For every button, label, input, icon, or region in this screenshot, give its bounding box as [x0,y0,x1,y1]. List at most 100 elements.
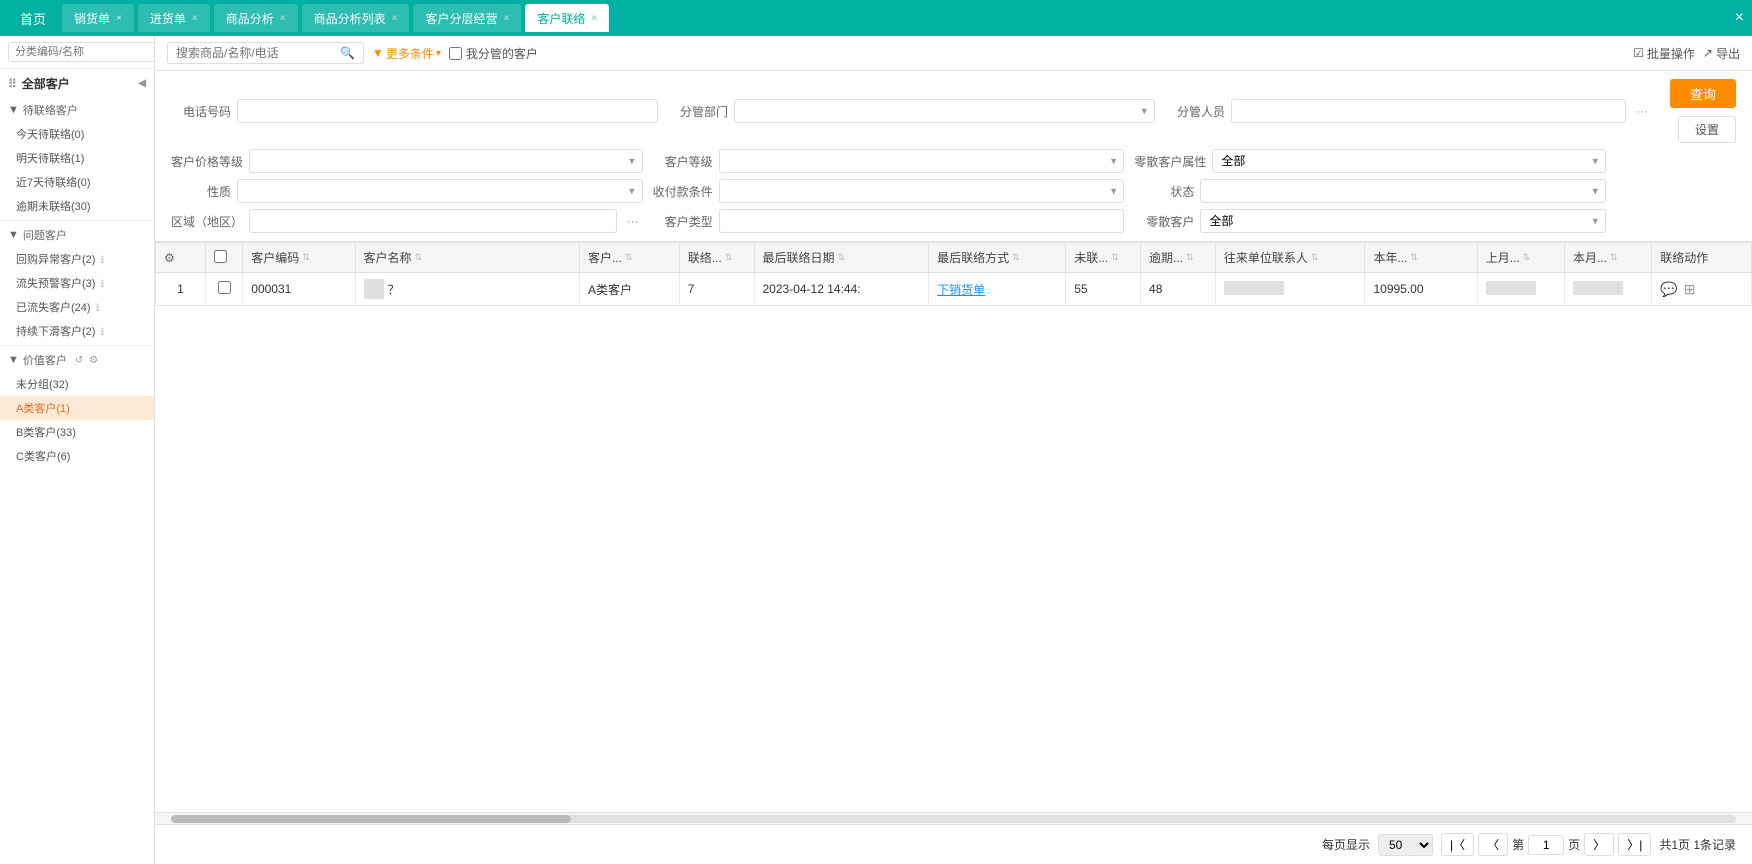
my-customer-check[interactable]: 我分管的客户 [449,45,538,62]
filter-input-region[interactable] [249,209,617,233]
filter-dots-region[interactable]: ··· [623,214,643,228]
sidebar-group-problem-arrow: ▼ [8,229,19,241]
row-action-qr[interactable]: ⊞ [1684,281,1696,298]
last-method-link[interactable]: 下销货单 [937,283,985,297]
nav-tab-purchase-close[interactable]: × [192,13,198,24]
filter-input-phone[interactable] [237,99,658,123]
filter-select-status[interactable] [1200,179,1606,203]
sidebar-collapse-icon[interactable]: ◀ [138,78,146,89]
search-input[interactable] [176,46,336,60]
nav-tab-customer-tier[interactable]: 客户分层经营 × [413,4,521,32]
filter-cell-person: 分管人员 ··· [1165,99,1662,123]
sidebar-item-declining[interactable]: 持续下滑客户(2) ℹ [0,319,154,343]
page-size-select[interactable]: 50 100 200 [1378,834,1433,856]
table-header-row: ⚙ 客户编码 ⇅ 客户名称 [156,243,1752,273]
sidebar-item-churned[interactable]: 已流失客户(24) ℹ [0,295,154,319]
sidebar-group-problem[interactable]: ▼ 问题客户 [0,223,154,247]
th-name-sort[interactable]: ⇅ [415,252,423,263]
td-uncontact: 55 [1066,273,1141,306]
nav-tab-sales[interactable]: 销货单 × [62,4,134,32]
th-code-sort[interactable]: ⇅ [302,252,310,263]
filter-select-retail-attr[interactable]: 全部 [1212,149,1606,173]
sidebar-group-pending[interactable]: ▼ 待联络客户 [0,98,154,122]
filter-select-nature[interactable] [237,179,643,203]
th-level-label: 客户... [588,249,622,266]
th-this-year-label: 本年... [1373,249,1407,266]
th-overdue-sort[interactable]: ⇅ [1186,252,1194,263]
page-prev-btn[interactable]: 〈 [1478,833,1508,856]
row-checkbox[interactable] [218,281,231,294]
filter-label-phone: 电话号码 [171,103,231,120]
th-contact-count-sort[interactable]: ⇅ [725,252,733,263]
filter-select-dept[interactable] [734,99,1155,123]
th-level-sort[interactable]: ⇅ [625,252,633,263]
th-uncontact-sort[interactable]: ⇅ [1111,252,1119,263]
nav-tab-product-list[interactable]: 商品分析列表 × [302,4,410,32]
table-settings-icon[interactable]: ⚙ [164,251,175,265]
scroll-thumb[interactable] [171,815,571,823]
filter-input-customer-type[interactable] [719,209,1125,233]
th-contact2-sort[interactable]: ⇅ [1311,252,1319,263]
th-last-month-sort[interactable]: ⇅ [1523,252,1531,263]
more-conditions-btn[interactable]: ▼ 更多条件 ▾ [372,45,441,62]
search-icon[interactable]: 🔍 [340,46,355,60]
nav-home[interactable]: 首页 [8,9,58,28]
nav-tab-product-list-close[interactable]: × [392,13,398,24]
nav-tab-purchase[interactable]: 进货单 × [138,4,210,32]
th-last-method-sort[interactable]: ⇅ [1012,252,1020,263]
sidebar-search-input[interactable] [8,42,155,62]
nav-tab-customer-contact-close[interactable]: × [591,13,597,24]
sidebar-item-class-c[interactable]: C类客户(6) [0,444,154,468]
nav-tab-product-analysis-close[interactable]: × [280,13,286,24]
table-check-all[interactable] [214,250,227,263]
page-next-btn[interactable]: 〉 [1584,833,1614,856]
sidebar-item-class-b[interactable]: B类客户(33) [0,420,154,444]
filter-dots-person[interactable]: ··· [1632,104,1652,118]
filter-select-customer-level[interactable] [719,149,1125,173]
sidebar-item-week-pending[interactable]: 近7天待联络(0) [0,170,154,194]
filter-cell-customer-level: 客户等级 [653,149,1135,173]
sidebar-item-tomorrow-pending[interactable]: 明天待联络(1) [0,146,154,170]
filter-select-customer-level-wrap [719,149,1125,173]
td-index: 1 [156,273,206,306]
row-action-chat[interactable]: 💬 [1660,281,1677,298]
th-this-month-sort[interactable]: ⇅ [1610,252,1618,263]
th-action: 联络动作 [1652,243,1752,273]
nav-close-all[interactable]: × [1735,9,1744,27]
sidebar-item-unclassified[interactable]: 未分组(32) [0,372,154,396]
filter-select-retail-customer[interactable]: 全部 [1200,209,1606,233]
sidebar-item-today-pending[interactable]: 今天待联络(0) [0,122,154,146]
sidebar-group-value-label: 价值客户 [23,352,67,368]
sidebar-all-customers[interactable]: ⠿ 全部客户 ◀ [0,69,154,98]
batch-op-icon: ☑ [1633,46,1644,60]
query-button[interactable]: 查询 [1670,79,1736,108]
nav-tab-sales-close[interactable]: × [116,13,122,24]
sidebar-item-repurchase-abnormal[interactable]: 回购异常客户(2) ℹ [0,247,154,271]
td-check [205,273,242,306]
sidebar-group-value[interactable]: ▼ 价值客户 ↺ ⚙ [0,348,154,372]
th-overdue: 逾期... ⇅ [1141,243,1216,273]
filter-select-payment[interactable] [719,179,1125,203]
td-name: ？ [355,273,579,306]
batch-op-btn[interactable]: ☑ 批量操作 [1633,45,1695,62]
sidebar-item-churn-warning[interactable]: 流失预警客户(3) ℹ [0,271,154,295]
my-customer-checkbox[interactable] [449,47,462,60]
sidebar-value-settings[interactable]: ⚙ [89,355,98,366]
sidebar-item-overdue-pending[interactable]: 逾期未联络(30) [0,194,154,218]
filter-select-retail-attr-wrap: 全部 [1212,149,1606,173]
filter-select-price-level-wrap [249,149,643,173]
sidebar-value-refresh[interactable]: ↺ [75,355,83,366]
th-last-date-sort[interactable]: ⇅ [838,252,846,263]
nav-tab-customer-contact[interactable]: 客户联络 × [525,4,609,32]
page-input[interactable] [1528,835,1564,855]
page-last-btn[interactable]: 〉| [1618,833,1651,856]
page-first-btn[interactable]: |〈 [1441,833,1474,856]
export-btn[interactable]: ↗ 导出 [1703,45,1740,62]
nav-tab-customer-tier-close[interactable]: × [503,13,509,24]
th-this-year-sort[interactable]: ⇅ [1410,252,1418,263]
filter-select-price-level[interactable] [249,149,643,173]
sidebar-item-class-a[interactable]: A类客户(1) [0,396,154,420]
settings-button[interactable]: 设置 [1678,116,1736,143]
nav-tab-product-analysis[interactable]: 商品分析 × [214,4,298,32]
filter-input-person[interactable] [1231,99,1626,123]
